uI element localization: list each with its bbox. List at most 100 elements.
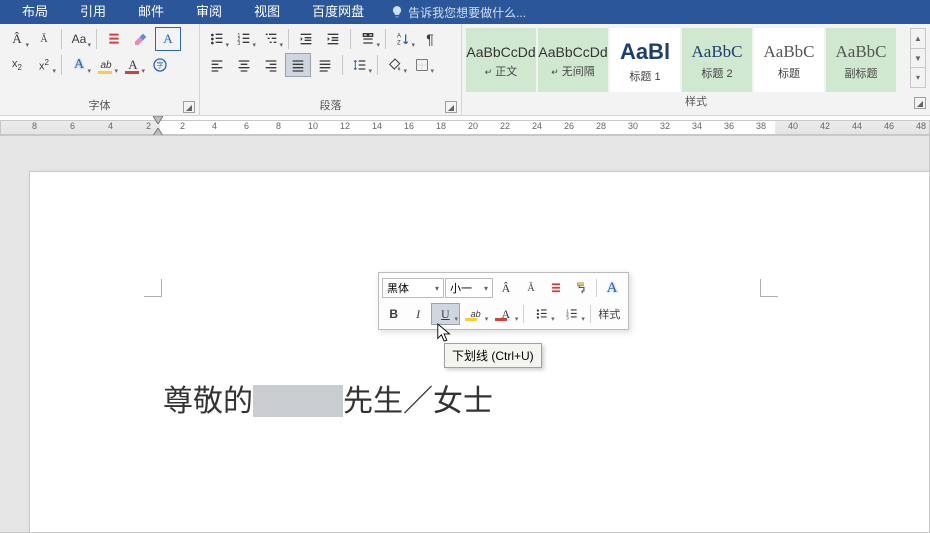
character-border-button[interactable]: A [155,27,181,51]
ruler-number: 6 [70,121,75,131]
gallery-scroll-up[interactable]: ▲ [911,29,925,49]
tab-view[interactable]: 视图 [238,0,296,24]
line-spacing-button[interactable] [347,53,373,77]
grow-font-button[interactable]: Â [4,27,30,51]
phonetic-guide-icon [549,281,563,295]
change-case-button[interactable]: Aa [66,27,92,51]
ruler-number: 30 [628,121,638,131]
mini-font-color-button[interactable]: A [491,303,520,325]
outdent-icon [298,31,314,47]
ruler-number: 6 [244,121,249,131]
mini-font-name-combo[interactable]: 黑体▾ [382,278,444,298]
shrink-font-button[interactable]: Ǎ [31,27,57,51]
style-gallery-scroll[interactable]: ▲ ▼ ▾ [910,28,926,88]
svg-text:3: 3 [566,315,569,320]
margin-corner-top-right [760,279,778,297]
document-text-line[interactable]: 尊敬的先生／女士 [163,382,493,421]
mini-shrink-font-button[interactable]: Ǎ [519,277,543,299]
ruler-number: 18 [436,121,446,131]
document-canvas[interactable]: 尊敬的先生／女士 [0,136,930,533]
styles-dialog-launcher[interactable]: ◢ [914,97,926,109]
first-line-indent-marker[interactable] [153,116,163,124]
mini-italic-button[interactable]: I [406,303,429,325]
mini-text-effects-button[interactable]: A [600,277,624,299]
mini-styles-button[interactable]: 样式 [594,303,625,325]
multilevel-list-button[interactable] [258,27,284,51]
show-marks-button[interactable]: ¶ [417,27,443,51]
style-gallery[interactable]: AaBbCcDd↵ 正文AaBbCcDd↵ 无间隔AaBl标题 1AaBbC标题… [462,24,930,92]
bullets-button[interactable] [204,27,230,51]
bullets-icon [209,31,225,47]
tab-references[interactable]: 引用 [64,0,122,24]
text-effects-button[interactable]: A [66,53,92,77]
ruler-number: 34 [692,121,702,131]
mini-phonetic-guide-button[interactable] [544,277,568,299]
shading-button[interactable] [382,53,408,77]
ruler-number: 46 [884,121,894,131]
eraser-icon [133,31,149,47]
tab-baidudisk[interactable]: 百度网盘 [296,0,380,24]
font-dialog-launcher[interactable]: ◢ [183,101,195,113]
mini-format-painter-button[interactable] [569,277,593,299]
numbering-button[interactable]: 123 [231,27,257,51]
ruler-number: 8 [32,121,37,131]
superscript-button[interactable]: x2 [31,53,57,77]
increase-indent-button[interactable] [320,27,346,51]
text-selection[interactable] [253,385,343,417]
tell-me-search[interactable]: 告诉我您想要做什么... [390,4,526,21]
tab-mailings[interactable]: 邮件 [122,0,180,24]
ruler-number: 2 [180,121,185,131]
align-justify-button[interactable] [285,53,311,77]
align-distribute-button[interactable] [312,53,338,77]
mini-grow-font-button[interactable]: Â [494,277,518,299]
style-name: ↵ 无间隔 [551,60,595,83]
style-sample: AaBbCcDd [538,38,607,60]
clear-format-button[interactable] [128,27,154,51]
tab-layout[interactable]: 布局 [6,0,64,24]
style-sample: AaBbC [692,36,743,62]
mini-toolbar[interactable]: 黑体▾ 小一▾ Â Ǎ A B I U ab A 123 样式 [378,272,629,330]
ribbon: Â Ǎ Aa A x2 x2 A ab A [0,24,930,116]
phonetic-guide-button[interactable] [101,27,127,51]
align-left-button[interactable] [204,53,230,77]
font-color-button[interactable]: A [120,53,146,77]
svg-text:3: 3 [237,41,240,47]
mini-highlight-button[interactable]: ab [461,303,490,325]
borders-button[interactable] [409,53,435,77]
mini-font-size-combo[interactable]: 小一▾ [445,278,493,298]
gallery-scroll-more[interactable]: ▾ [911,68,925,87]
subscript-button[interactable]: x2 [4,53,30,77]
horizontal-ruler[interactable]: 8642246810121416182022242628303234363840… [0,116,930,136]
style-name: 标题 [778,62,800,85]
align-right-button[interactable] [258,53,284,77]
numbering-icon: 123 [565,307,579,321]
style-tile-1[interactable]: AaBbCcDd↵ 无间隔 [538,28,608,92]
hanging-indent-marker[interactable] [153,128,163,136]
ruler-number: 44 [852,121,862,131]
mini-numbering-button[interactable]: 123 [558,303,587,325]
asian-layout-button[interactable] [355,27,381,51]
ruler-number: 4 [212,121,217,131]
style-tile-2[interactable]: AaBl标题 1 [610,28,680,92]
style-tile-3[interactable]: AaBbC标题 2 [682,28,752,92]
svg-text:Z: Z [397,40,401,46]
style-tile-4[interactable]: AaBbC标题 [754,28,824,92]
mini-bullets-button[interactable] [527,303,556,325]
ruler-number: 36 [724,121,734,131]
align-distribute-icon [317,57,333,73]
style-tile-5[interactable]: AaBbC副标题 [826,28,896,92]
decrease-indent-button[interactable] [293,27,319,51]
mini-underline-button[interactable]: U [431,303,460,325]
tab-review[interactable]: 审阅 [180,0,238,24]
mini-bold-button[interactable]: B [382,303,405,325]
paragraph-dialog-launcher[interactable]: ◢ [445,101,457,113]
highlight-button[interactable]: ab [93,53,119,77]
svg-text:A: A [397,34,401,40]
sort-button[interactable]: AZ [390,27,416,51]
enclose-characters-button[interactable]: 字 [147,53,173,77]
gallery-scroll-down[interactable]: ▼ [911,49,925,69]
numbering-icon: 123 [236,31,252,47]
style-tile-0[interactable]: AaBbCcDd↵ 正文 [466,28,536,92]
align-center-button[interactable] [231,53,257,77]
ruler-number: 4 [108,121,113,131]
